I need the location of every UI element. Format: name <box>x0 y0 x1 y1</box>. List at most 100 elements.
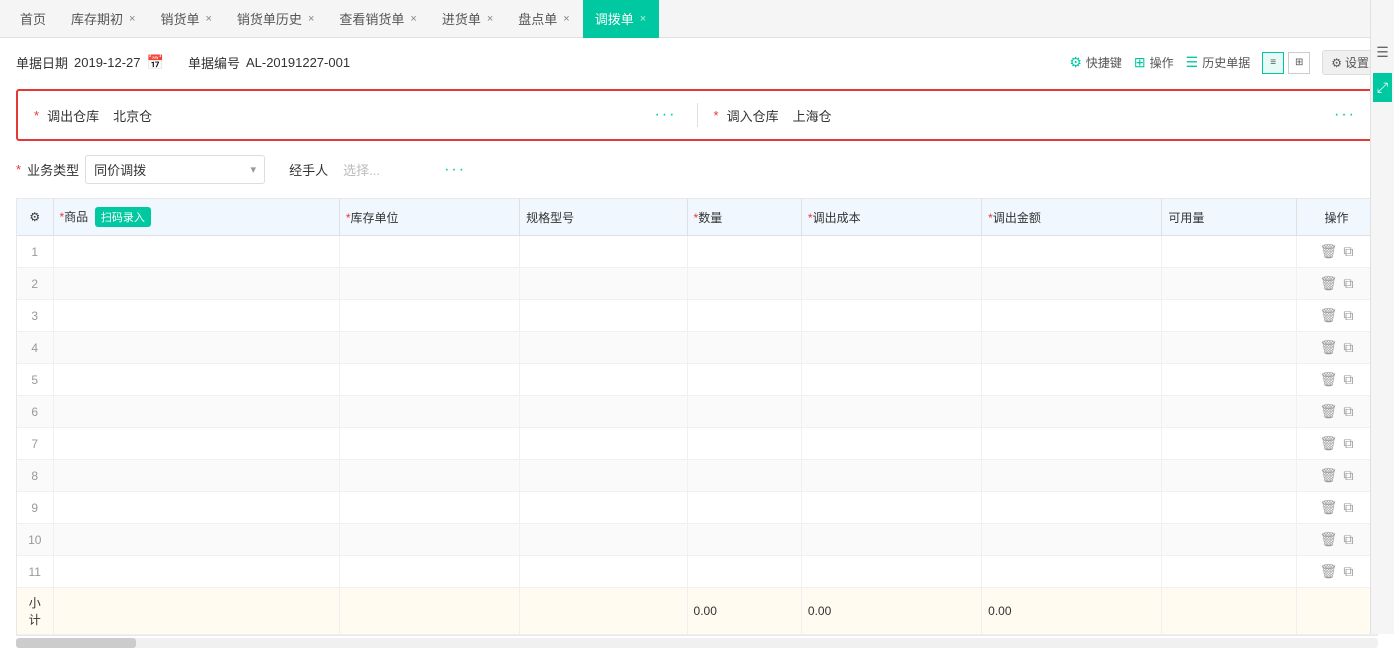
tab-close-stocktake[interactable]: × <box>563 13 569 25</box>
tab-purchase-order[interactable]: 进货单 × <box>430 0 506 38</box>
cell-available-4[interactable] <box>1162 332 1297 364</box>
business-type-select[interactable]: 同价调拨 ▾ <box>85 155 265 184</box>
cell-qty-6[interactable] <box>687 396 801 428</box>
cell-available-3[interactable] <box>1162 300 1297 332</box>
cell-unit-7[interactable] <box>339 428 519 460</box>
tab-view-sales[interactable]: 查看销货单 × <box>327 0 429 38</box>
cell-spec-9[interactable] <box>520 492 687 524</box>
cell-available-8[interactable] <box>1162 460 1297 492</box>
cell-cost-8[interactable] <box>801 460 981 492</box>
calendar-icon[interactable]: 📅 <box>147 54 164 71</box>
cell-spec-7[interactable] <box>520 428 687 460</box>
copy-icon-11[interactable]: ⧉ <box>1343 563 1353 580</box>
cell-cost-6[interactable] <box>801 396 981 428</box>
cell-product-10[interactable] <box>53 524 339 556</box>
tab-sales-history[interactable]: 销货单历史 × <box>225 0 327 38</box>
cell-cost-5[interactable] <box>801 364 981 396</box>
copy-icon-7[interactable]: ⧉ <box>1343 435 1353 452</box>
copy-icon-5[interactable]: ⧉ <box>1343 371 1353 388</box>
sidebar-expand-icon[interactable]: ⤢ <box>1373 73 1392 102</box>
layout-list-icon[interactable]: ≡ <box>1262 52 1284 74</box>
cell-unit-3[interactable] <box>339 300 519 332</box>
delete-icon-8[interactable]: 🗑 <box>1320 467 1338 484</box>
cell-amount-3[interactable] <box>982 300 1162 332</box>
delete-icon-1[interactable]: 🗑 <box>1320 243 1338 260</box>
cell-qty-11[interactable] <box>687 556 801 588</box>
cell-cost-10[interactable] <box>801 524 981 556</box>
cell-unit-2[interactable] <box>339 268 519 300</box>
cell-available-5[interactable] <box>1162 364 1297 396</box>
cell-spec-4[interactable] <box>520 332 687 364</box>
cell-qty-9[interactable] <box>687 492 801 524</box>
delete-icon-6[interactable]: 🗑 <box>1320 403 1338 420</box>
cell-amount-4[interactable] <box>982 332 1162 364</box>
tab-sales-order[interactable]: 销货单 × <box>148 0 224 38</box>
cell-cost-9[interactable] <box>801 492 981 524</box>
cell-product-9[interactable] <box>53 492 339 524</box>
cell-spec-10[interactable] <box>520 524 687 556</box>
cell-qty-1[interactable] <box>687 236 801 268</box>
delete-icon-10[interactable]: 🗑 <box>1320 531 1338 548</box>
copy-icon-8[interactable]: ⧉ <box>1343 467 1353 484</box>
cell-unit-10[interactable] <box>339 524 519 556</box>
cell-amount-5[interactable] <box>982 364 1162 396</box>
cell-amount-9[interactable] <box>982 492 1162 524</box>
cell-product-11[interactable] <box>53 556 339 588</box>
cell-cost-3[interactable] <box>801 300 981 332</box>
cell-qty-3[interactable] <box>687 300 801 332</box>
cell-product-4[interactable] <box>53 332 339 364</box>
copy-icon-2[interactable]: ⧉ <box>1343 275 1353 292</box>
cell-qty-5[interactable] <box>687 364 801 396</box>
delete-icon-11[interactable]: 🗑 <box>1320 563 1338 580</box>
warehouse-in-more-button[interactable]: ··· <box>1330 106 1360 124</box>
shortcut-button[interactable]: ⚙ 快捷键 <box>1069 54 1122 71</box>
cell-spec-11[interactable] <box>520 556 687 588</box>
cell-product-5[interactable] <box>53 364 339 396</box>
warehouse-out-more-button[interactable]: ··· <box>651 106 681 124</box>
cell-qty-4[interactable] <box>687 332 801 364</box>
tab-close-sales-history[interactable]: × <box>308 13 314 25</box>
cell-product-6[interactable] <box>53 396 339 428</box>
cell-amount-8[interactable] <box>982 460 1162 492</box>
cell-cost-2[interactable] <box>801 268 981 300</box>
delete-icon-9[interactable]: 🗑 <box>1320 499 1338 516</box>
tab-close-inventory-init[interactable]: × <box>129 13 135 25</box>
cell-spec-3[interactable] <box>520 300 687 332</box>
cell-cost-11[interactable] <box>801 556 981 588</box>
cell-unit-6[interactable] <box>339 396 519 428</box>
cell-available-1[interactable] <box>1162 236 1297 268</box>
cell-unit-11[interactable] <box>339 556 519 588</box>
tab-home[interactable]: 首页 <box>8 0 59 38</box>
tab-close-purchase-order[interactable]: × <box>487 13 493 25</box>
cell-amount-1[interactable] <box>982 236 1162 268</box>
copy-icon-10[interactable]: ⧉ <box>1343 531 1353 548</box>
cell-unit-4[interactable] <box>339 332 519 364</box>
cell-spec-6[interactable] <box>520 396 687 428</box>
cell-qty-8[interactable] <box>687 460 801 492</box>
tab-stocktake[interactable]: 盘点单 × <box>506 0 582 38</box>
cell-available-9[interactable] <box>1162 492 1297 524</box>
tab-close-sales-order[interactable]: × <box>205 13 211 25</box>
cell-amount-6[interactable] <box>982 396 1162 428</box>
cell-unit-8[interactable] <box>339 460 519 492</box>
person-select[interactable]: 选择... <box>334 155 434 184</box>
copy-icon-9[interactable]: ⧉ <box>1343 499 1353 516</box>
horizontal-scrollbar[interactable] <box>16 638 1378 648</box>
history-button[interactable]: ☰ 历史单据 <box>1186 54 1251 71</box>
delete-icon-3[interactable]: 🗑 <box>1320 307 1338 324</box>
cell-available-7[interactable] <box>1162 428 1297 460</box>
delete-icon-2[interactable]: 🗑 <box>1320 275 1338 292</box>
copy-icon-6[interactable]: ⧉ <box>1343 403 1353 420</box>
cell-amount-7[interactable] <box>982 428 1162 460</box>
cell-cost-1[interactable] <box>801 236 981 268</box>
cell-spec-2[interactable] <box>520 268 687 300</box>
cell-available-10[interactable] <box>1162 524 1297 556</box>
scroll-thumb[interactable] <box>16 638 136 648</box>
tab-inventory-init[interactable]: 库存期初 × <box>59 0 148 38</box>
cell-qty-10[interactable] <box>687 524 801 556</box>
cell-available-2[interactable] <box>1162 268 1297 300</box>
sidebar-list-icon[interactable]: ☰ <box>1372 40 1393 65</box>
scan-button[interactable]: 扫码录入 <box>95 207 151 227</box>
cell-product-8[interactable] <box>53 460 339 492</box>
cell-qty-7[interactable] <box>687 428 801 460</box>
